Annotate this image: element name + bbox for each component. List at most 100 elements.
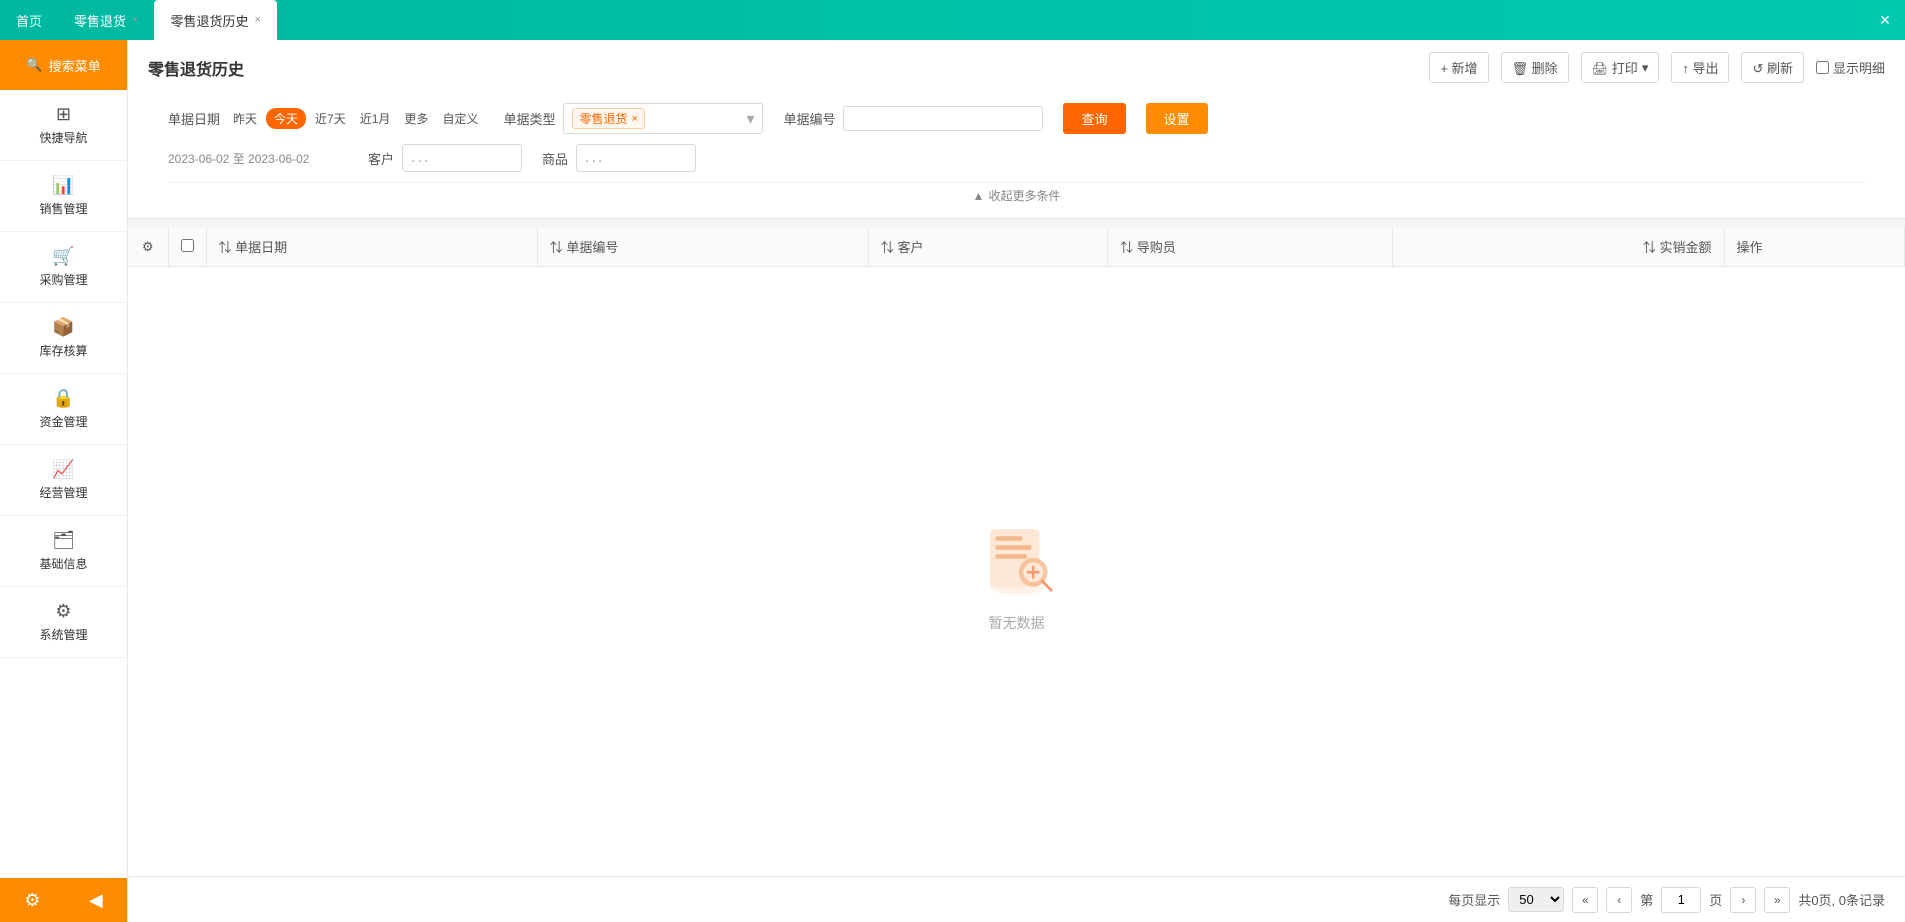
purchase-label: 采购管理 xyxy=(39,271,87,288)
sidebar-search-label: 搜索菜单 xyxy=(49,56,101,75)
col-amount[interactable]: ⇅ 实销金额 xyxy=(1393,227,1724,267)
sidebar-search[interactable]: 🔍 搜索菜单 xyxy=(0,40,127,90)
filter-area: 单据日期 昨天 今天 近7天 近1月 更多 自定义 单据类型 xyxy=(148,93,1885,218)
purchase-icon: 🛒 xyxy=(52,246,74,267)
sidebar-item-inventory[interactable]: 📦 库存核算 xyxy=(0,303,127,374)
per-page-select[interactable]: 50 10 20 100 xyxy=(1508,887,1564,912)
bill-type-select[interactable]: 零售退货 × ▾ xyxy=(563,103,763,134)
finance-label: 资金管理 xyxy=(39,413,87,430)
system-icon: ⚙ xyxy=(55,601,71,622)
total-label: 共0页, 0条记录 xyxy=(1798,890,1885,909)
content-area: 零售退货历史 + 新增 🗑 删除 🖨 打印 ▾ ↑ 导出 xyxy=(128,40,1905,922)
col-guide[interactable]: ⇅ 导购员 xyxy=(1108,227,1393,267)
page-suffix: 页 xyxy=(1709,890,1722,909)
filter-customer: 客户 ... xyxy=(368,144,522,172)
date-opt-yesterday[interactable]: 昨天 xyxy=(228,108,262,129)
operation-label: 经营管理 xyxy=(39,484,87,501)
sidebar-item-quick-nav[interactable]: ⊞ 快捷导航 xyxy=(0,90,127,161)
bill-type-tag: 零售退货 × xyxy=(572,108,644,129)
bill-type-chevron-icon: ▾ xyxy=(746,109,754,129)
last-page-button[interactable]: » xyxy=(1764,887,1790,913)
inventory-label: 库存核算 xyxy=(39,342,87,359)
tab-retail-return-history-close[interactable]: × xyxy=(254,14,260,26)
page-number-input[interactable] xyxy=(1661,887,1701,913)
filter-bill-type: 单据类型 零售退货 × ▾ xyxy=(503,103,763,134)
date-opt-7days[interactable]: 近7天 xyxy=(310,108,351,129)
sidebar-item-system[interactable]: ⚙ 系统管理 xyxy=(0,587,127,658)
filter-row-1: 单据日期 昨天 今天 近7天 近1月 更多 自定义 单据类型 xyxy=(168,103,1865,134)
main-layout: 🔍 搜索菜单 ⊞ 快捷导航 📊 销售管理 🛒 采购管理 📦 库存核算 🔒 xyxy=(0,40,1905,922)
filter-date-range-display: 2023-06-02 至 2023-06-02 xyxy=(168,150,348,167)
print-button[interactable]: 🖨 打印 ▾ xyxy=(1581,52,1660,83)
prev-page-button[interactable]: ‹ xyxy=(1606,887,1632,913)
display-detail-checkbox[interactable] xyxy=(1816,61,1829,74)
col-customer[interactable]: ⇅ 客户 xyxy=(868,227,1107,267)
search-icon: 🔍 xyxy=(26,57,42,73)
finance-icon: 🔒 xyxy=(52,388,74,409)
date-opt-1month[interactable]: 近1月 xyxy=(355,108,396,129)
inventory-icon: 📦 xyxy=(52,317,74,338)
refresh-button[interactable]: ↺ 刷新 xyxy=(1741,52,1804,83)
sidebar-item-sales[interactable]: 📊 销售管理 xyxy=(0,161,127,232)
tab-retail-return-history[interactable]: 零售退货历史 × xyxy=(154,0,276,40)
quick-nav-label: 快捷导航 xyxy=(39,129,87,146)
pagination-bar: 每页显示 50 10 20 100 « ‹ 第 页 › » 共0页, 0条记录 xyxy=(128,876,1905,922)
window-close-button[interactable]: × xyxy=(1865,0,1905,40)
sidebar-item-purchase[interactable]: 🛒 采购管理 xyxy=(0,232,127,303)
display-detail-checkbox-label: 显示明细 xyxy=(1816,58,1885,77)
tab-retail-return-close[interactable]: × xyxy=(132,14,138,26)
basic-info-icon: 🗂 xyxy=(52,530,75,551)
col-checkbox[interactable] xyxy=(168,227,206,267)
settings-button[interactable]: 设置 xyxy=(1146,103,1208,134)
new-button[interactable]: + 新增 xyxy=(1429,52,1488,83)
sales-label: 销售管理 xyxy=(39,200,87,217)
collapse-icon: ▲ xyxy=(973,187,985,204)
customer-input[interactable]: ... xyxy=(402,144,522,172)
page-title: 零售退货历史 xyxy=(148,56,244,80)
data-table: ⚙ ⇅ 单据日期 ⇅ 单据编号 xyxy=(128,227,1905,267)
system-label: 系统管理 xyxy=(39,626,87,643)
page-header: 零售退货历史 + 新增 🗑 删除 🖨 打印 ▾ ↑ 导出 xyxy=(128,40,1905,219)
bill-type-tag-close[interactable]: × xyxy=(631,113,637,125)
col-bill-date[interactable]: ⇅ 单据日期 xyxy=(206,227,537,267)
date-opt-today[interactable]: 今天 xyxy=(266,108,306,129)
goods-input[interactable]: ... xyxy=(576,144,696,172)
customer-label: 客户 xyxy=(368,149,394,168)
filter-row-2: 2023-06-02 至 2023-06-02 客户 ... 商品 ... xyxy=(168,144,1865,172)
page-actions: + 新增 🗑 删除 🖨 打印 ▾ ↑ 导出 ↺ 刷新 xyxy=(1429,52,1885,83)
table-wrapper: ⚙ ⇅ 单据日期 ⇅ 单据编号 xyxy=(128,227,1905,876)
settings-col-icon: ⚙ xyxy=(142,239,154,254)
tab-retail-return[interactable]: 零售退货 × xyxy=(58,0,154,40)
bill-date-label: 单据日期 xyxy=(168,109,220,128)
sidebar-item-basic-info[interactable]: 🗂 基础信息 xyxy=(0,516,127,587)
first-page-button[interactable]: « xyxy=(1572,887,1598,913)
query-button[interactable]: 查询 xyxy=(1063,103,1125,134)
next-page-button[interactable]: › xyxy=(1730,887,1756,913)
empty-icon xyxy=(972,511,1062,601)
sales-icon: 📊 xyxy=(52,175,74,196)
topbar: 首页 零售退货 × 零售退货历史 × × xyxy=(0,0,1905,40)
topbar-tabs: 首页 零售退货 × 零售退货历史 × xyxy=(0,0,1865,40)
delete-button[interactable]: 🗑 删除 xyxy=(1501,52,1569,83)
bill-type-label: 单据类型 xyxy=(503,109,555,128)
bill-no-input[interactable] xyxy=(843,106,1043,131)
page-label: 第 xyxy=(1640,890,1653,909)
collapse-bar[interactable]: ▲ 收起更多条件 xyxy=(168,182,1865,208)
sidebar: 🔍 搜索菜单 ⊞ 快捷导航 📊 销售管理 🛒 采购管理 📦 库存核算 🔒 xyxy=(0,40,128,922)
date-opt-more[interactable]: 更多 xyxy=(399,108,433,129)
col-settings[interactable]: ⚙ xyxy=(128,227,168,267)
print-chevron-icon: ▾ xyxy=(1642,60,1649,76)
tab-home[interactable]: 首页 xyxy=(0,0,58,40)
date-opt-custom[interactable]: 自定义 xyxy=(437,108,483,129)
sidebar-item-finance[interactable]: 🔒 资金管理 xyxy=(0,374,127,445)
sidebar-item-operation[interactable]: 📈 经营管理 xyxy=(0,445,127,516)
empty-text: 暂无数据 xyxy=(989,613,1045,633)
filter-goods: 商品 ... xyxy=(542,144,696,172)
quick-nav-icon: ⊞ xyxy=(56,104,71,125)
collapse-sidebar-icon[interactable]: ◀ xyxy=(89,890,103,911)
export-button[interactable]: ↑ 导出 xyxy=(1671,52,1729,83)
select-all-checkbox[interactable] xyxy=(181,239,194,252)
col-bill-no[interactable]: ⇅ 单据编号 xyxy=(537,227,868,267)
filter-bill-no: 单据编号 xyxy=(783,106,1043,131)
settings-bottom-icon[interactable]: ⚙ xyxy=(24,890,40,911)
